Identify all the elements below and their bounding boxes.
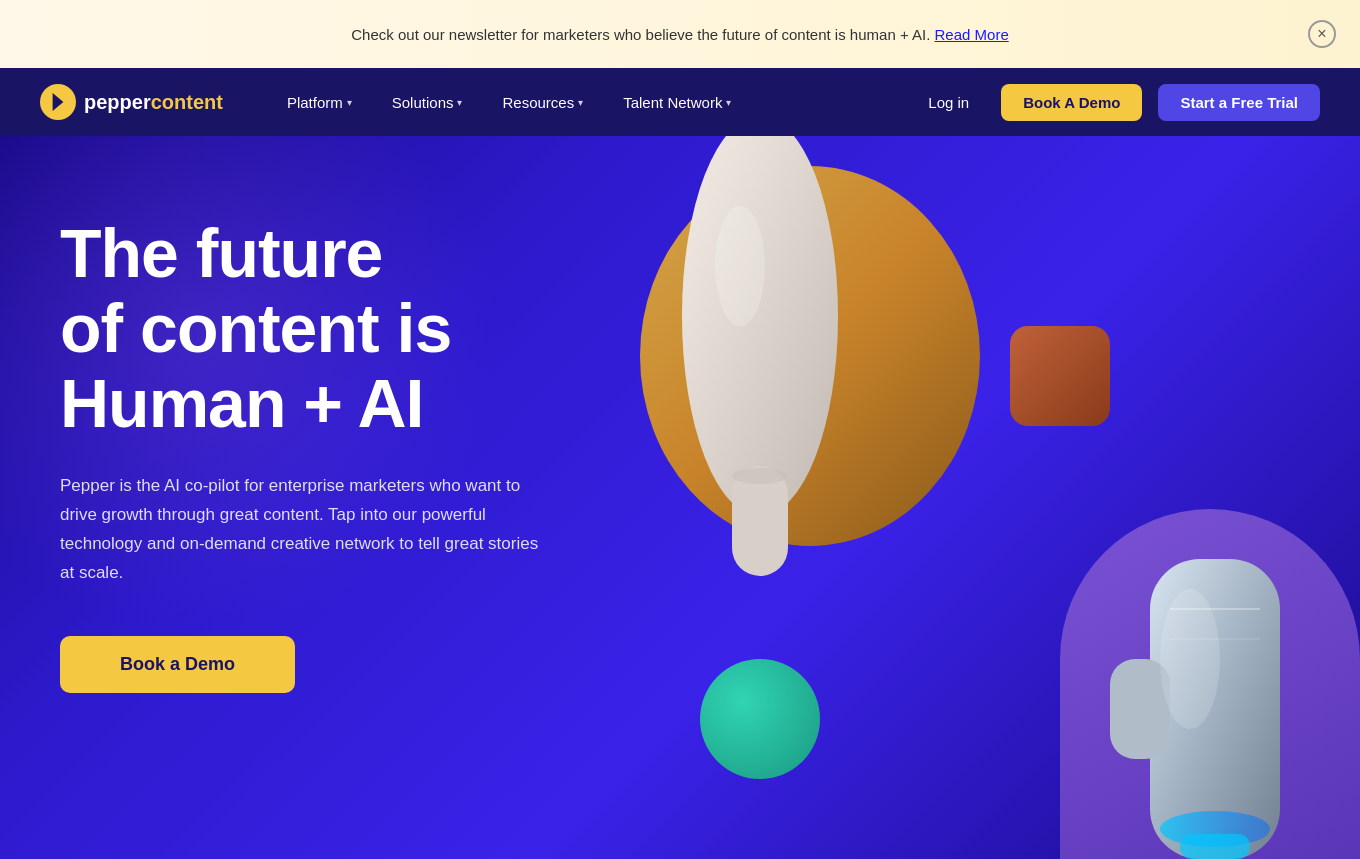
hero-description: Pepper is the AI co-pilot for enterprise…	[60, 472, 540, 588]
teal-circle-decoration	[700, 659, 820, 779]
nav-item-talent-network-label: Talent Network	[623, 94, 722, 111]
hero-title: The future of content is Human + AI	[60, 216, 540, 440]
svg-point-4	[715, 206, 765, 326]
nav-links: Platform ▾ Solutions ▾ Resources ▾ Talen…	[271, 86, 912, 119]
svg-point-1	[682, 136, 838, 516]
robot-hand-illustration	[1090, 479, 1340, 859]
hero-title-line1: The future	[60, 215, 382, 291]
hero-visuals	[580, 136, 1360, 859]
chevron-down-icon: ▾	[726, 97, 731, 108]
navbar: peppercontent Platform ▾ Solutions ▾ Res…	[0, 68, 1360, 136]
banner-close-button[interactable]: ×	[1308, 20, 1336, 48]
book-a-demo-nav-button[interactable]: Book A Demo	[1001, 84, 1142, 121]
nav-item-solutions-label: Solutions	[392, 94, 454, 111]
banner-read-more-link[interactable]: Read More	[935, 26, 1009, 43]
close-icon: ×	[1317, 25, 1326, 43]
logo[interactable]: peppercontent	[40, 84, 223, 120]
svg-point-3	[732, 468, 788, 484]
banner-text: Check out our newsletter for marketers w…	[351, 26, 1008, 43]
chevron-down-icon: ▾	[347, 97, 352, 108]
chevron-down-icon: ▾	[457, 97, 462, 108]
hero-content: The future of content is Human + AI Pepp…	[0, 136, 600, 753]
nav-item-resources[interactable]: Resources ▾	[486, 86, 599, 119]
hand-svg	[660, 136, 860, 576]
robot-hand-svg	[1090, 479, 1340, 859]
white-hand-illustration	[660, 136, 860, 576]
chevron-down-icon: ▾	[578, 97, 583, 108]
announcement-banner: Check out our newsletter for marketers w…	[0, 0, 1360, 68]
nav-item-platform-label: Platform	[287, 94, 343, 111]
book-demo-cta-button[interactable]: Book a Demo	[60, 636, 295, 693]
brown-square-decoration	[1010, 326, 1110, 426]
hero-title-line3: Human + AI	[60, 365, 423, 441]
nav-actions: Log in Book A Demo Start a Free Trial	[912, 84, 1320, 121]
svg-rect-11	[1180, 834, 1250, 859]
hero-section: The future of content is Human + AI Pepp…	[0, 136, 1360, 859]
nav-item-resources-label: Resources	[502, 94, 574, 111]
start-free-trial-button[interactable]: Start a Free Trial	[1158, 84, 1320, 121]
nav-item-solutions[interactable]: Solutions ▾	[376, 86, 479, 119]
login-button[interactable]: Log in	[912, 86, 985, 119]
banner-message: Check out our newsletter for marketers w…	[351, 26, 930, 43]
nav-item-talent-network[interactable]: Talent Network ▾	[607, 86, 747, 119]
nav-item-platform[interactable]: Platform ▾	[271, 86, 368, 119]
svg-point-10	[1160, 589, 1220, 729]
hero-title-line2: of content is	[60, 290, 451, 366]
logo-wordmark: peppercontent	[84, 91, 223, 114]
logo-icon	[40, 84, 76, 120]
